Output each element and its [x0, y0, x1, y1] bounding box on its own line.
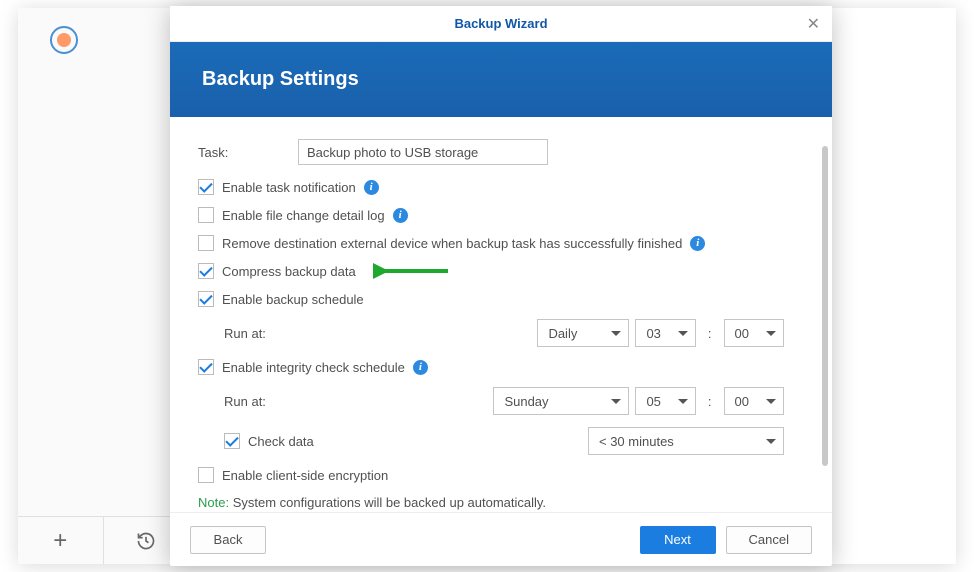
- info-icon[interactable]: i: [413, 360, 428, 375]
- compress-label: Compress backup data: [222, 264, 356, 279]
- chevron-down-icon: [759, 331, 783, 336]
- notification-row: Enable task notification i: [198, 179, 804, 195]
- page-title: Backup Settings: [202, 68, 800, 91]
- sidebar-bottom-toolbar: +: [18, 516, 188, 564]
- task-name-input[interactable]: [298, 139, 548, 165]
- close-icon[interactable]: ✕: [807, 14, 820, 34]
- integrity-time-row: Run at: Sunday 05 : 00: [198, 387, 804, 415]
- integrity-minute-select[interactable]: 00: [724, 387, 784, 415]
- integrity-label: Enable integrity check schedule: [222, 360, 405, 375]
- task-row: Task:: [198, 139, 804, 165]
- remove-device-label: Remove destination external device when …: [222, 236, 682, 251]
- compress-checkbox[interactable]: [198, 263, 214, 279]
- schedule-minute-select[interactable]: 00: [724, 319, 784, 347]
- chevron-down-icon: [604, 331, 628, 336]
- filechange-row: Enable file change detail log i: [198, 207, 804, 223]
- encryption-label: Enable client-side encryption: [222, 468, 388, 483]
- integrity-hour-select[interactable]: 05: [635, 387, 695, 415]
- notification-label: Enable task notification: [222, 180, 356, 195]
- run-at-label: Run at:: [224, 326, 298, 341]
- schedule-frequency-select[interactable]: Daily: [537, 319, 629, 347]
- schedule-row: Enable backup schedule: [198, 291, 804, 307]
- filechange-checkbox[interactable]: [198, 207, 214, 223]
- check-data-row: Check data < 30 minutes: [198, 427, 804, 455]
- time-separator: :: [708, 394, 712, 409]
- encryption-checkbox[interactable]: [198, 467, 214, 483]
- dialog-body: Task: Enable task notification i Enable …: [170, 117, 832, 512]
- schedule-hour-select[interactable]: 03: [635, 319, 695, 347]
- note-label: Note:: [198, 495, 229, 510]
- encryption-row: Enable client-side encryption: [198, 467, 804, 483]
- check-data-checkbox[interactable]: [224, 433, 240, 449]
- note-row: Note: System configurations will be back…: [198, 495, 804, 510]
- info-icon[interactable]: i: [690, 236, 705, 251]
- schedule-time-row: Run at: Daily 03 : 00: [198, 319, 804, 347]
- chevron-down-icon: [671, 399, 695, 404]
- scrollbar-thumb[interactable]: [822, 146, 828, 466]
- run-at-label: Run at:: [224, 394, 298, 409]
- integrity-checkbox[interactable]: [198, 359, 214, 375]
- schedule-checkbox[interactable]: [198, 291, 214, 307]
- back-button[interactable]: Back: [190, 526, 266, 554]
- note-text: System configurations will be backed up …: [229, 495, 546, 510]
- check-data-label: Check data: [248, 434, 314, 449]
- annotation-arrow: [373, 259, 453, 283]
- info-icon[interactable]: i: [364, 180, 379, 195]
- info-icon[interactable]: i: [393, 208, 408, 223]
- integrity-day-select[interactable]: Sunday: [493, 387, 629, 415]
- compress-row: Compress backup data: [198, 263, 804, 279]
- chevron-down-icon: [671, 331, 695, 336]
- dialog-titlebar: Backup Wizard ✕: [170, 6, 832, 42]
- scrollbar[interactable]: [822, 146, 828, 506]
- dialog-footer: Back Next Cancel: [170, 512, 832, 566]
- backup-wizard-dialog: Backup Wizard ✕ Backup Settings Task: En…: [170, 6, 832, 566]
- cancel-button[interactable]: Cancel: [726, 526, 812, 554]
- integrity-row: Enable integrity check schedule i: [198, 359, 804, 375]
- remove-device-checkbox[interactable]: [198, 235, 214, 251]
- chevron-down-icon: [759, 399, 783, 404]
- app-logo-icon: [50, 26, 78, 54]
- check-duration-select[interactable]: < 30 minutes: [588, 427, 784, 455]
- dialog-title: Backup Wizard: [454, 16, 547, 31]
- next-button[interactable]: Next: [640, 526, 716, 554]
- add-button[interactable]: +: [18, 517, 104, 564]
- chevron-down-icon: [604, 399, 628, 404]
- dialog-header: Backup Settings: [170, 42, 832, 117]
- chevron-down-icon: [759, 439, 783, 444]
- time-separator: :: [708, 326, 712, 341]
- schedule-label: Enable backup schedule: [222, 292, 364, 307]
- filechange-label: Enable file change detail log: [222, 208, 385, 223]
- remove-device-row: Remove destination external device when …: [198, 235, 804, 251]
- notification-checkbox[interactable]: [198, 179, 214, 195]
- task-label: Task:: [198, 145, 298, 160]
- app-sidebar: +: [18, 8, 188, 564]
